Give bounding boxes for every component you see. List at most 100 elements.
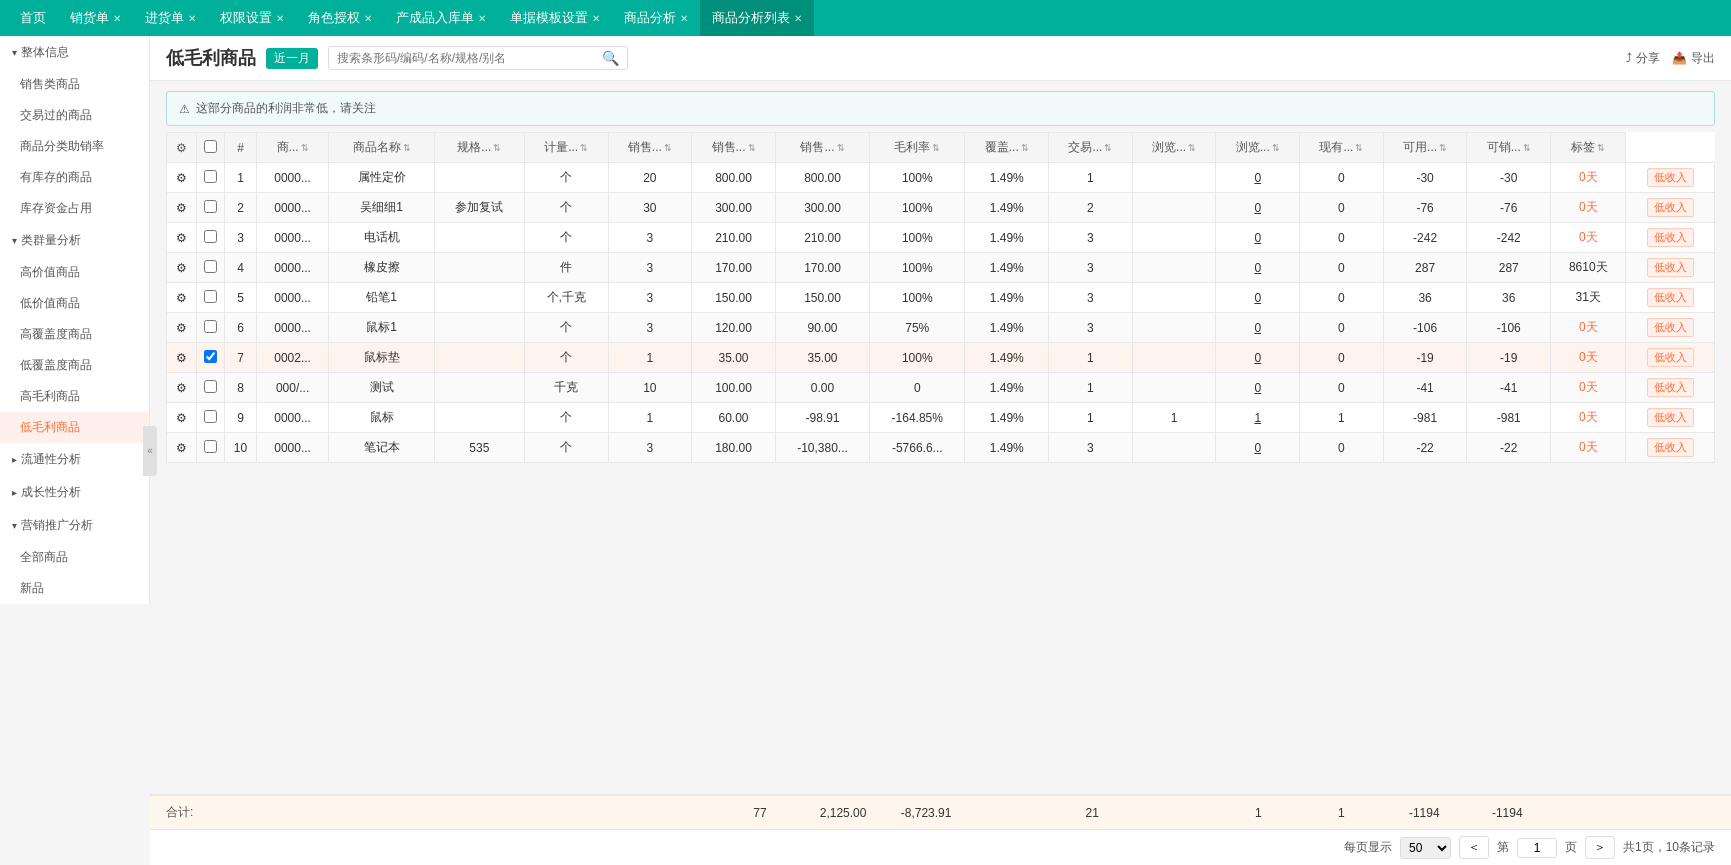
cell-checkbox[interactable] [197, 283, 225, 313]
cell-checkbox[interactable] [197, 223, 225, 253]
sidebar-item-low-value[interactable]: 低价值商品 [0, 288, 149, 319]
sidebar-group-growth[interactable]: ▸ 成长性分析 [0, 476, 149, 509]
cell-browse1[interactable]: 0 [1216, 193, 1300, 223]
cell-browse1[interactable]: 0 [1216, 313, 1300, 343]
cell-browse1[interactable]: 0 [1216, 253, 1300, 283]
col-check-all[interactable] [197, 133, 225, 163]
cell-settings[interactable]: ⚙ [167, 253, 197, 283]
cell-checkbox[interactable] [197, 253, 225, 283]
cell-settings[interactable]: ⚙ [167, 343, 197, 373]
row-checkbox[interactable] [204, 290, 217, 303]
nav-product-entry[interactable]: 产成品入库单 ✕ [384, 0, 498, 36]
share-button[interactable]: ⤴ 分享 [1626, 50, 1660, 67]
col-sales-price[interactable]: 销售...⇅ [692, 133, 776, 163]
close-template-icon[interactable]: ✕ [592, 13, 600, 24]
sidebar-group-overall[interactable]: ▾ 整体信息 [0, 36, 149, 69]
close-analysis-icon[interactable]: ✕ [680, 13, 688, 24]
cell-browse1[interactable]: 0 [1216, 373, 1300, 403]
export-button[interactable]: 📤 导出 [1672, 50, 1715, 67]
cell-checkbox[interactable] [197, 403, 225, 433]
cell-checkbox[interactable] [197, 433, 225, 463]
col-saleable[interactable]: 可销...⇅ [1467, 133, 1551, 163]
cell-browse1[interactable]: 0 [1216, 433, 1300, 463]
nav-product-analysis-list[interactable]: 商品分析列表 ✕ [700, 0, 814, 36]
cell-browse1[interactable]: 0 [1216, 283, 1300, 313]
sidebar-item-low-coverage[interactable]: 低覆盖度商品 [0, 350, 149, 381]
sidebar-item-low-margin[interactable]: 低毛利商品 [0, 412, 149, 443]
sidebar-group-marketing[interactable]: ▾ 营销推广分析 [0, 509, 149, 542]
next-page-button[interactable]: ＞ [1585, 836, 1615, 859]
row-checkbox[interactable] [204, 200, 217, 213]
close-permissions-icon[interactable]: ✕ [276, 13, 284, 24]
col-gross-rate[interactable]: 毛利率⇅ [870, 133, 965, 163]
col-code[interactable]: 商...⇅ [257, 133, 329, 163]
col-coverage[interactable]: 覆盖...⇅ [965, 133, 1049, 163]
cell-settings[interactable]: ⚙ [167, 433, 197, 463]
sidebar-item-sales-goods[interactable]: 销售类商品 [0, 69, 149, 100]
sidebar-collapse-button[interactable]: « [143, 426, 157, 476]
close-purchase-icon[interactable]: ✕ [188, 13, 196, 24]
cell-checkbox[interactable] [197, 373, 225, 403]
nav-product-analysis[interactable]: 商品分析 ✕ [612, 0, 700, 36]
close-sales-icon[interactable]: ✕ [113, 13, 121, 24]
search-icon[interactable]: 🔍 [602, 50, 619, 66]
nav-roles[interactable]: 角色授权 ✕ [296, 0, 384, 36]
cell-browse1[interactable]: 0 [1216, 163, 1300, 193]
col-spec[interactable]: 规格...⇅ [434, 133, 524, 163]
row-checkbox[interactable] [204, 380, 217, 393]
col-sales-qty[interactable]: 销售...⇅ [608, 133, 692, 163]
check-all-checkbox[interactable] [204, 140, 217, 153]
sidebar-item-stock-capital[interactable]: 库存资金占用 [0, 193, 149, 224]
sidebar-item-new-goods[interactable]: 新品 [0, 573, 149, 604]
cell-settings[interactable]: ⚙ [167, 193, 197, 223]
sidebar-group-flow[interactable]: ▸ 流通性分析 [0, 443, 149, 476]
cell-checkbox[interactable] [197, 163, 225, 193]
sidebar-item-stock-goods[interactable]: 有库存的商品 [0, 162, 149, 193]
cell-settings[interactable]: ⚙ [167, 163, 197, 193]
nav-template[interactable]: 单据模板设置 ✕ [498, 0, 612, 36]
cell-settings[interactable]: ⚙ [167, 283, 197, 313]
cell-browse1[interactable]: 1 [1216, 403, 1300, 433]
col-available[interactable]: 可用...⇅ [1383, 133, 1467, 163]
sidebar-item-high-coverage[interactable]: 高覆盖度商品 [0, 319, 149, 350]
row-checkbox[interactable] [204, 440, 217, 453]
per-page-select[interactable]: 50 100 200 [1400, 837, 1451, 859]
cell-settings[interactable]: ⚙ [167, 403, 197, 433]
nav-permissions[interactable]: 权限设置 ✕ [208, 0, 296, 36]
row-checkbox[interactable] [204, 350, 217, 363]
cell-settings[interactable]: ⚙ [167, 373, 197, 403]
row-checkbox[interactable] [204, 170, 217, 183]
search-input[interactable] [337, 51, 596, 65]
sidebar-item-traded-goods[interactable]: 交易过的商品 [0, 100, 149, 131]
col-settings[interactable]: ⚙ [167, 133, 197, 163]
col-browse2[interactable]: 浏览...⇅ [1216, 133, 1300, 163]
cell-checkbox[interactable] [197, 193, 225, 223]
col-unit[interactable]: 计量...⇅ [524, 133, 608, 163]
sidebar-group-cluster[interactable]: ▾ 类群量分析 [0, 224, 149, 257]
sidebar-item-category-sales[interactable]: 商品分类助销率 [0, 131, 149, 162]
row-checkbox[interactable] [204, 230, 217, 243]
cell-checkbox[interactable] [197, 343, 225, 373]
row-checkbox[interactable] [204, 410, 217, 423]
col-trade[interactable]: 交易...⇅ [1049, 133, 1133, 163]
page-number-input[interactable] [1517, 838, 1557, 858]
sidebar-item-high-value[interactable]: 高价值商品 [0, 257, 149, 288]
row-checkbox[interactable] [204, 320, 217, 333]
date-tag[interactable]: 近一月 [266, 48, 318, 69]
cell-settings[interactable]: ⚙ [167, 223, 197, 253]
cell-browse1[interactable]: 0 [1216, 223, 1300, 253]
nav-purchase[interactable]: 进货单 ✕ [133, 0, 208, 36]
cell-browse1[interactable]: 0 [1216, 343, 1300, 373]
cell-settings[interactable]: ⚙ [167, 313, 197, 343]
col-name[interactable]: 商品名称⇅ [329, 133, 435, 163]
close-analysis-list-icon[interactable]: ✕ [794, 13, 802, 24]
col-current[interactable]: 现有...⇅ [1300, 133, 1384, 163]
col-sales-amt[interactable]: 销售...⇅ [775, 133, 869, 163]
col-tag[interactable]: 标签⇅ [1551, 133, 1626, 163]
sidebar-item-high-margin[interactable]: 高毛利商品 [0, 381, 149, 412]
sidebar-item-all-goods[interactable]: 全部商品 [0, 542, 149, 573]
nav-home[interactable]: 首页 [8, 0, 58, 36]
nav-sales[interactable]: 销货单 ✕ [58, 0, 133, 36]
row-checkbox[interactable] [204, 260, 217, 273]
close-roles-icon[interactable]: ✕ [364, 13, 372, 24]
